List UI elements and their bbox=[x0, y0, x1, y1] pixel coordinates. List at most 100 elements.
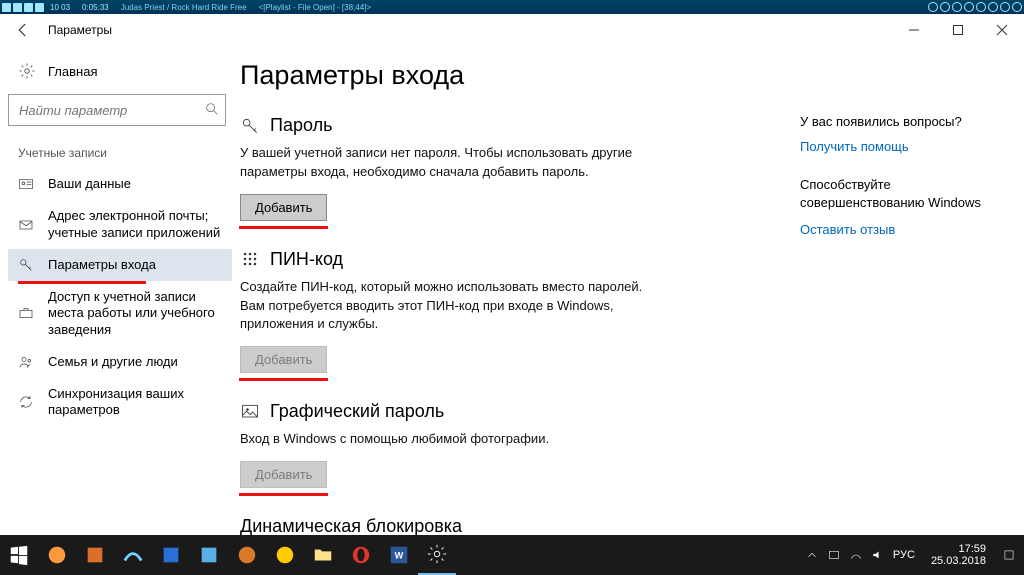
add-pin-button: Добавить bbox=[240, 346, 327, 373]
window-title: Параметры bbox=[46, 23, 112, 37]
sidebar-item-work-access[interactable]: Доступ к учетной записи места работы или… bbox=[8, 281, 232, 346]
annotation-underline bbox=[239, 226, 328, 229]
arrow-left-icon bbox=[14, 21, 32, 39]
sidebar-item-label: Параметры входа bbox=[48, 257, 156, 273]
taskbar-explorer[interactable] bbox=[304, 535, 342, 575]
app-icon bbox=[84, 544, 106, 566]
sidebar: Главная Учетные записи Ваши данные Адрес… bbox=[0, 46, 240, 535]
gear-icon bbox=[426, 543, 448, 565]
close-button[interactable] bbox=[980, 14, 1024, 46]
add-picture-password-button: Добавить bbox=[240, 461, 327, 488]
gear-icon bbox=[18, 62, 36, 80]
window-titlebar: Параметры bbox=[0, 14, 1024, 46]
section-desc: Создайте ПИН-код, который можно использо… bbox=[240, 278, 660, 335]
taskbar-app[interactable] bbox=[190, 535, 228, 575]
tray-icon[interactable] bbox=[827, 548, 841, 562]
key-icon bbox=[240, 116, 260, 136]
section-desc: У вашей учетной записи нет пароля. Чтобы… bbox=[240, 144, 660, 182]
tray-lang[interactable]: РУС bbox=[893, 549, 915, 561]
page-title: Параметры входа bbox=[240, 60, 780, 91]
people-icon bbox=[18, 354, 34, 370]
close-icon bbox=[996, 24, 1008, 36]
app-icon bbox=[122, 544, 144, 566]
taskbar-settings[interactable] bbox=[418, 535, 456, 575]
sync-icon bbox=[18, 394, 34, 410]
section-picture-password: Графический пароль Вход в Windows с помо… bbox=[240, 401, 780, 488]
player-controls[interactable] bbox=[0, 3, 44, 12]
mail-icon bbox=[18, 217, 34, 233]
sidebar-group: Учетные записи bbox=[8, 146, 232, 168]
notifications-icon[interactable] bbox=[1002, 548, 1016, 562]
section-password: Пароль У вашей учетной записи нет пароля… bbox=[240, 115, 780, 221]
sidebar-item-signin-options[interactable]: Параметры входа bbox=[8, 249, 232, 281]
search-icon bbox=[204, 101, 220, 117]
sidebar-item-your-info[interactable]: Ваши данные bbox=[8, 168, 232, 200]
sidebar-item-sync[interactable]: Синхронизация ваших параметров bbox=[8, 378, 232, 427]
taskbar-opera[interactable] bbox=[342, 535, 380, 575]
folder-icon bbox=[312, 544, 334, 566]
taskbar-word[interactable]: W bbox=[380, 535, 418, 575]
right-column: У вас появились вопросы? Получить помощь… bbox=[800, 60, 1000, 535]
feedback-link[interactable]: Оставить отзыв bbox=[800, 222, 1000, 237]
taskbar-app[interactable] bbox=[152, 535, 190, 575]
main-content: Параметры входа Пароль У вашей учетной з… bbox=[240, 60, 780, 535]
tray-clock[interactable]: 17:59 25.03.2018 bbox=[923, 543, 994, 567]
sidebar-item-email[interactable]: Адрес электронной почты; учетные записи … bbox=[8, 200, 232, 249]
home-link[interactable]: Главная bbox=[8, 56, 232, 94]
player-trackno: 10 03 bbox=[44, 3, 76, 12]
word-icon: W bbox=[388, 544, 410, 566]
volume-icon[interactable] bbox=[871, 548, 885, 562]
section-pin: ПИН-код Создайте ПИН-код, который можно … bbox=[240, 249, 780, 374]
search-wrap bbox=[8, 94, 232, 126]
taskbar-app[interactable] bbox=[114, 535, 152, 575]
briefcase-icon bbox=[18, 305, 34, 321]
maximize-icon bbox=[952, 24, 964, 36]
annotation-underline bbox=[239, 378, 328, 381]
section-desc: Вход в Windows с помощью любимой фотогра… bbox=[240, 430, 660, 449]
questions-heading: У вас появились вопросы? bbox=[800, 114, 1000, 129]
annotation-underline bbox=[239, 493, 328, 496]
sidebar-item-label: Семья и другие люди bbox=[48, 354, 178, 370]
media-player-bar: 10 03 0:05:33 Judas Priest / Rock Hard R… bbox=[0, 0, 1024, 14]
get-help-link[interactable]: Получить помощь bbox=[800, 139, 1000, 154]
search-input[interactable] bbox=[8, 94, 226, 126]
home-label: Главная bbox=[48, 64, 97, 79]
taskbar-app[interactable] bbox=[76, 535, 114, 575]
sidebar-item-label: Синхронизация ваших параметров bbox=[48, 386, 222, 419]
windows-icon bbox=[8, 544, 30, 566]
minimize-button[interactable] bbox=[892, 14, 936, 46]
key-icon bbox=[18, 257, 34, 273]
svg-text:W: W bbox=[395, 551, 404, 561]
taskbar: W РУС 17:59 25.03.2018 bbox=[0, 535, 1024, 575]
app-icon bbox=[236, 544, 258, 566]
opera-icon bbox=[350, 544, 372, 566]
app-icon bbox=[160, 544, 182, 566]
sidebar-item-family[interactable]: Семья и другие люди bbox=[8, 346, 232, 378]
improve-heading: Способствуйте совершенствованию Windows bbox=[800, 176, 1000, 212]
minimize-icon bbox=[908, 24, 920, 36]
network-icon[interactable] bbox=[849, 548, 863, 562]
section-title: Пароль bbox=[270, 115, 332, 136]
taskbar-app[interactable] bbox=[228, 535, 266, 575]
picture-icon bbox=[240, 402, 260, 422]
app-icon bbox=[274, 544, 296, 566]
player-right-controls[interactable] bbox=[928, 2, 1022, 12]
maximize-button[interactable] bbox=[936, 14, 980, 46]
taskbar-app[interactable] bbox=[266, 535, 304, 575]
sidebar-item-label: Адрес электронной почты; учетные записи … bbox=[48, 208, 222, 241]
keypad-icon bbox=[240, 249, 260, 269]
add-password-button[interactable]: Добавить bbox=[240, 194, 327, 221]
chevron-up-icon[interactable] bbox=[805, 548, 819, 562]
app-icon bbox=[198, 544, 220, 566]
back-button[interactable] bbox=[0, 14, 46, 46]
taskbar-app[interactable] bbox=[38, 535, 76, 575]
sidebar-item-label: Доступ к учетной записи места работы или… bbox=[48, 289, 222, 338]
start-button[interactable] bbox=[0, 535, 38, 575]
player-track: Judas Priest / Rock Hard Ride Free bbox=[115, 3, 253, 12]
section-title: ПИН-код bbox=[270, 249, 343, 270]
system-tray[interactable]: РУС 17:59 25.03.2018 bbox=[797, 543, 1024, 567]
person-card-icon bbox=[18, 176, 34, 192]
section-title: Динамическая блокировка bbox=[240, 516, 462, 537]
player-playlist: <[Playlist - File Open] - [38;44]> bbox=[253, 3, 378, 12]
app-icon bbox=[46, 544, 68, 566]
